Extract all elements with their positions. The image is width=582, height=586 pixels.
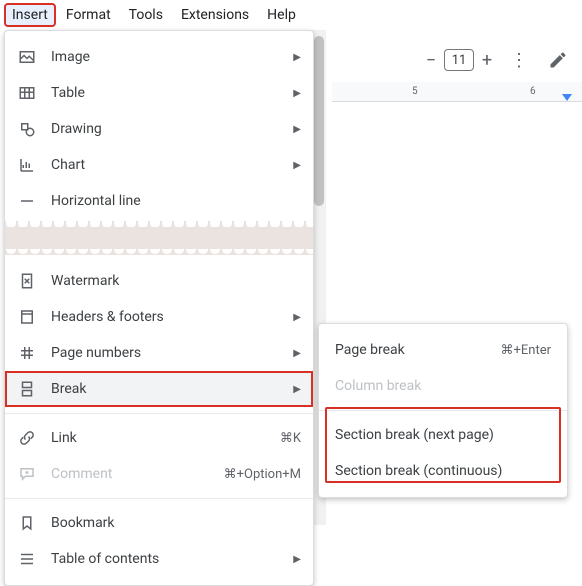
menu-drawing[interactable]: Drawing ▶: [5, 111, 313, 147]
chevron-right-icon: ▶: [293, 160, 301, 171]
ruler-tick: 5: [412, 86, 418, 97]
break-submenu: Page break ⌘+Enter Column break Section …: [318, 323, 568, 498]
chevron-right-icon: ▶: [293, 312, 301, 323]
menu-table-of-contents[interactable]: Table of contents ▶: [5, 541, 313, 577]
menu-bookmark[interactable]: Bookmark: [5, 505, 313, 541]
menu-label: Bookmark: [51, 515, 301, 531]
chevron-right-icon: ▶: [293, 88, 301, 99]
chevron-right-icon: ▶: [293, 554, 301, 565]
submenu-section-break-next-page[interactable]: Section break (next page): [319, 417, 567, 453]
font-size-increase[interactable]: +: [476, 47, 498, 73]
torn-edge-separator: [5, 221, 313, 255]
hr-icon: [17, 191, 37, 211]
headers-icon: [17, 307, 37, 327]
menu-horizontal-line[interactable]: Horizontal line: [5, 183, 313, 219]
submenu-label: Section break (next page): [335, 427, 551, 443]
menu-label: Link: [51, 430, 280, 446]
menu-label: Chart: [51, 157, 293, 173]
menu-table[interactable]: Table ▶: [5, 75, 313, 111]
submenu-page-break[interactable]: Page break ⌘+Enter: [319, 332, 567, 368]
submenu-shortcut: ⌘+Enter: [501, 343, 552, 358]
more-options-icon[interactable]: ⋮: [506, 46, 532, 75]
menu-headers-footers[interactable]: Headers & footers ▶: [5, 299, 313, 335]
menu-page-numbers[interactable]: Page numbers ▶: [5, 335, 313, 371]
editing-mode-button[interactable]: [540, 42, 576, 78]
ruler: 5 6: [332, 82, 582, 102]
font-size-control: − 11 +: [420, 47, 498, 73]
menu-label: Break: [51, 381, 293, 397]
toc-icon: [17, 549, 37, 569]
menu-shortcut: ⌘K: [280, 431, 301, 446]
comment-icon: [17, 464, 37, 484]
submenu-label: Page break: [335, 342, 501, 358]
menu-label: Comment: [51, 466, 224, 482]
submenu-label: Section break (continuous): [335, 463, 551, 479]
menu-label: Headers & footers: [51, 309, 293, 325]
submenu-section-break-continuous[interactable]: Section break (continuous): [319, 453, 567, 489]
menu-label: Image: [51, 49, 293, 65]
ruler-marker-icon[interactable]: [562, 94, 572, 101]
watermark-icon: [17, 271, 37, 291]
menu-label: Table: [51, 85, 293, 101]
menubar-extensions[interactable]: Extensions: [173, 3, 257, 27]
break-icon: [17, 379, 37, 399]
image-icon: [17, 47, 37, 67]
ruler-tick: 6: [530, 86, 536, 97]
drawing-icon: [17, 119, 37, 139]
insert-menu: Image ▶ Table ▶ Drawing ▶ Chart ▶ Horizo…: [4, 30, 314, 586]
menu-label: Table of contents: [51, 551, 293, 567]
menu-chart[interactable]: Chart ▶: [5, 147, 313, 183]
font-size-decrease[interactable]: −: [420, 47, 442, 73]
menubar: Insert Format Tools Extensions Help: [0, 0, 582, 30]
submenu-column-break: Column break: [319, 368, 567, 404]
menu-label: Drawing: [51, 121, 293, 137]
chevron-right-icon: ▶: [293, 124, 301, 135]
link-icon: [17, 428, 37, 448]
chevron-right-icon: ▶: [293, 384, 301, 395]
submenu-label: Column break: [335, 378, 551, 394]
scrollbar-thumb[interactable]: [314, 36, 324, 206]
font-size-value[interactable]: 11: [444, 49, 474, 71]
pencil-icon: [548, 50, 568, 70]
menu-break[interactable]: Break ▶: [5, 371, 313, 407]
menubar-insert[interactable]: Insert: [4, 3, 56, 27]
menu-comment: Comment ⌘+Option+M: [5, 456, 313, 492]
chart-icon: [17, 155, 37, 175]
menu-shortcut: ⌘+Option+M: [224, 467, 301, 482]
chevron-right-icon: ▶: [293, 52, 301, 63]
menubar-help[interactable]: Help: [259, 3, 304, 27]
menu-separator: [319, 410, 567, 411]
menu-separator: [5, 498, 313, 499]
menu-watermark[interactable]: Watermark: [5, 263, 313, 299]
chevron-right-icon: ▶: [293, 348, 301, 359]
menu-label: Horizontal line: [51, 193, 301, 209]
menu-link[interactable]: Link ⌘K: [5, 420, 313, 456]
bookmark-icon: [17, 513, 37, 533]
menu-separator: [5, 413, 313, 414]
pagenum-icon: [17, 343, 37, 363]
toolbar-right: − 11 + ⋮: [420, 42, 576, 78]
menu-label: Watermark: [51, 273, 301, 289]
menu-image[interactable]: Image ▶: [5, 39, 313, 75]
menubar-tools[interactable]: Tools: [121, 3, 171, 27]
menubar-format[interactable]: Format: [58, 3, 119, 27]
table-icon: [17, 83, 37, 103]
menu-label: Page numbers: [51, 345, 293, 361]
